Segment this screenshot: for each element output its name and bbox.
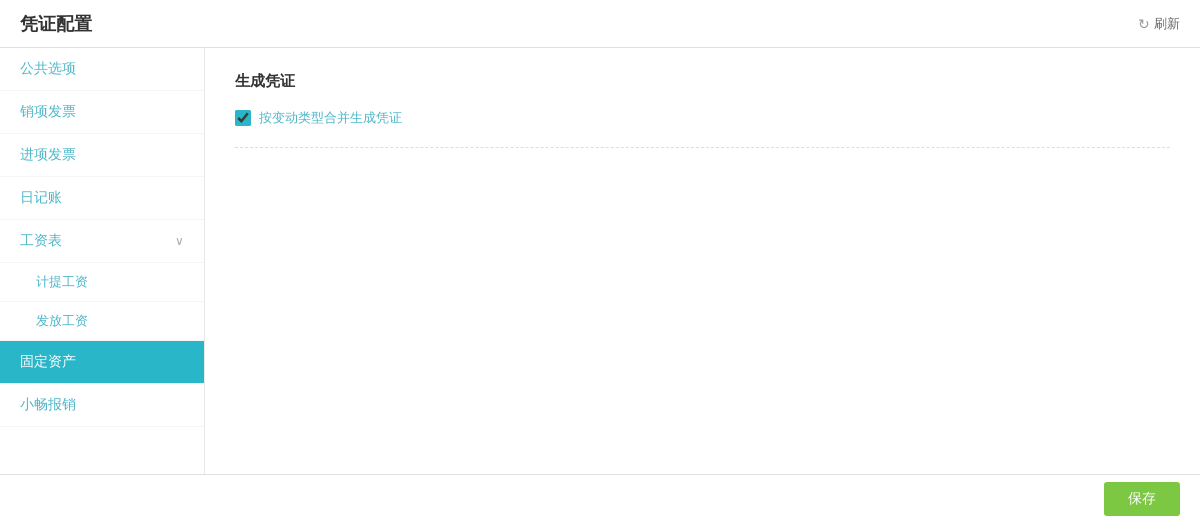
refresh-label: 刷新 [1154,15,1180,33]
sidebar-item-label: 工资表 [20,232,62,250]
sidebar-item-purchase-invoice[interactable]: 进项发票 [0,134,204,177]
section-divider [235,147,1170,148]
sidebar-item-label: 固定资产 [20,353,76,371]
save-button[interactable]: 保存 [1104,482,1180,516]
main-layout: 公共选项 销项发票 进项发票 日记账 工资表 ∨ 计提工资 发放工资 固定资产 … [0,48,1200,474]
refresh-button[interactable]: ↻ 刷新 [1138,15,1180,33]
page-header: 凭证配置 ↻ 刷新 [0,0,1200,48]
page-footer: 保存 [0,474,1200,522]
section-title: 生成凭证 [235,72,1170,91]
sidebar-item-payroll[interactable]: 工资表 ∨ [0,220,204,263]
checkbox-row: 按变动类型合并生成凭证 [235,109,1170,127]
content-area: 生成凭证 按变动类型合并生成凭证 [205,48,1200,474]
sidebar-item-fixed-assets[interactable]: 固定资产 [0,341,204,384]
sidebar-item-label: 销项发票 [20,103,76,121]
sidebar-item-journal[interactable]: 日记账 [0,177,204,220]
sidebar-sub-item-label: 计提工资 [36,274,88,289]
sidebar-item-public-options[interactable]: 公共选项 [0,48,204,91]
sidebar: 公共选项 销项发票 进项发票 日记账 工资表 ∨ 计提工资 发放工资 固定资产 … [0,48,205,474]
sidebar-sub-item-label: 发放工资 [36,313,88,328]
sidebar-item-payroll-accrual[interactable]: 计提工资 [0,263,204,302]
page-title: 凭证配置 [20,12,92,36]
sidebar-item-payroll-distribution[interactable]: 发放工资 [0,302,204,341]
merge-by-type-checkbox[interactable] [235,110,251,126]
sidebar-item-label: 小畅报销 [20,396,76,414]
sidebar-item-label: 进项发票 [20,146,76,164]
sidebar-item-label: 公共选项 [20,60,76,78]
sidebar-item-label: 日记账 [20,189,62,207]
refresh-icon: ↻ [1138,16,1150,32]
merge-by-type-label[interactable]: 按变动类型合并生成凭证 [259,109,402,127]
sidebar-item-sales-invoice[interactable]: 销项发票 [0,91,204,134]
sidebar-item-expense-reimbursement[interactable]: 小畅报销 [0,384,204,427]
chevron-down-icon: ∨ [175,234,184,248]
